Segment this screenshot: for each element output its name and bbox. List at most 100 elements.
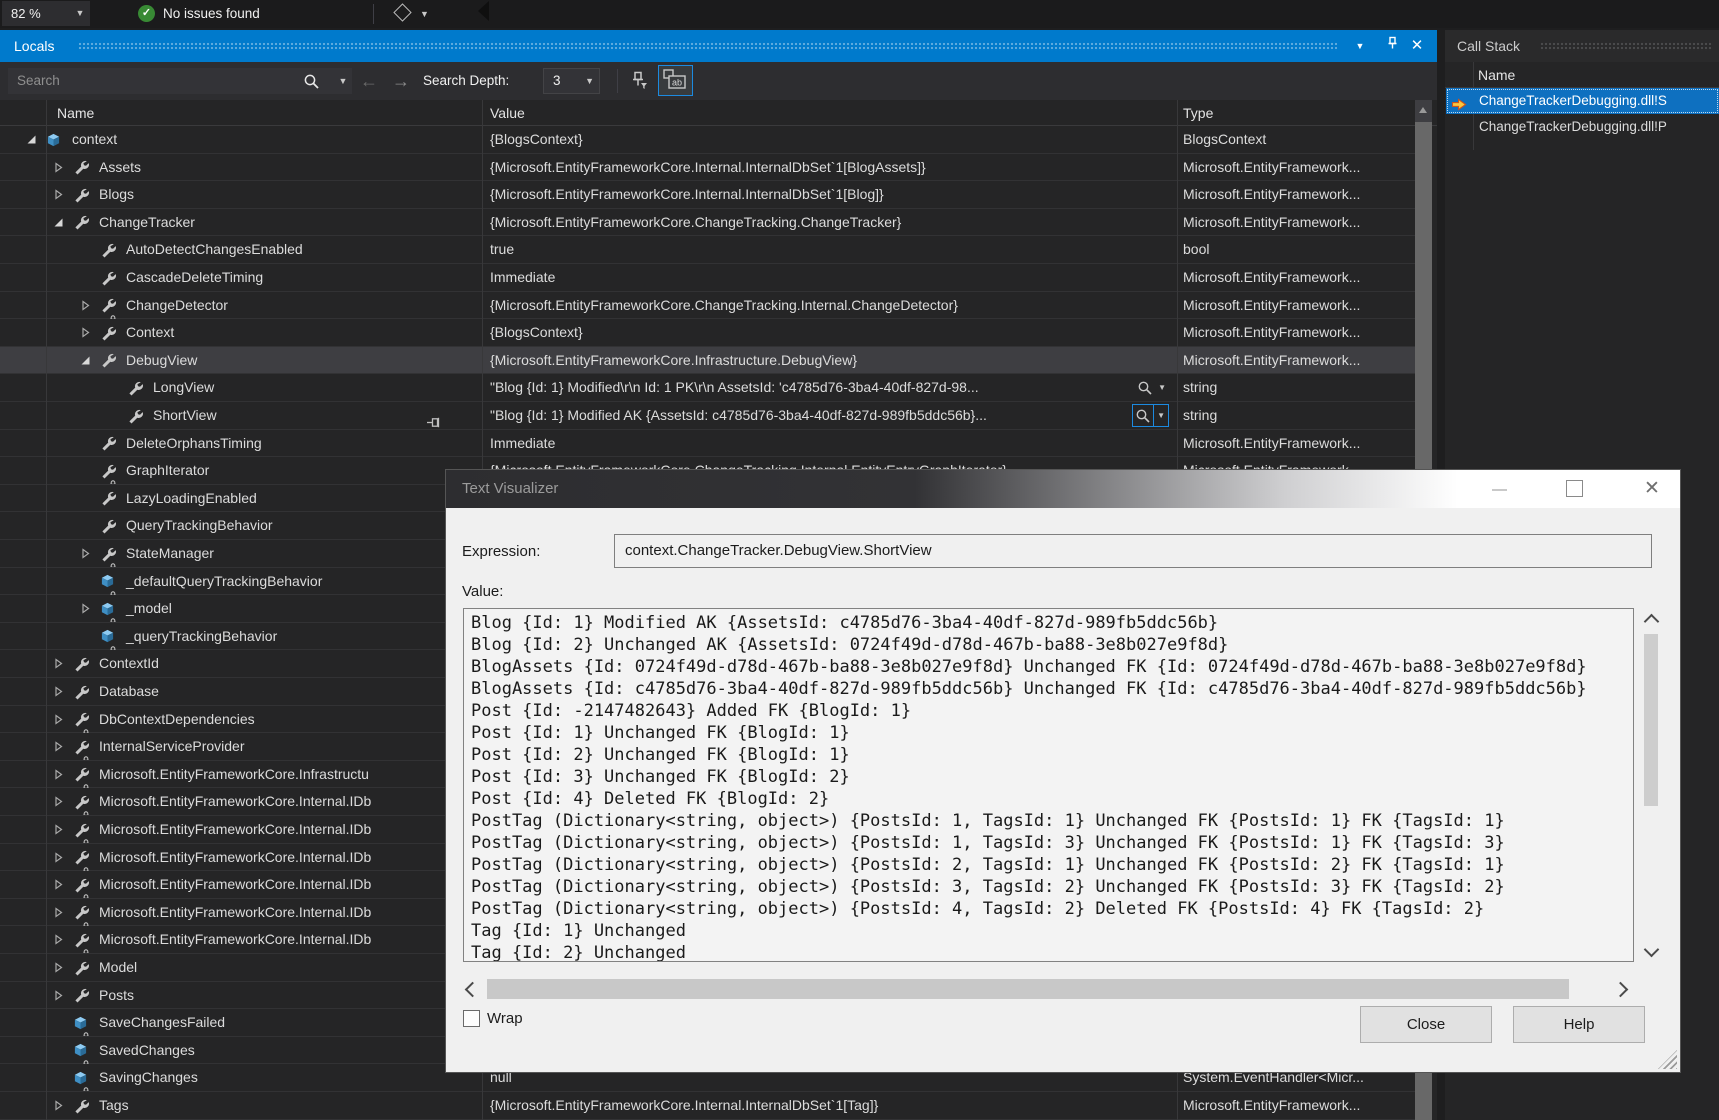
search-forward-arrow-icon[interactable]: →	[392, 62, 410, 100]
search-depth-combo[interactable]: 3 ▼	[543, 68, 600, 94]
search-icon[interactable]	[303, 73, 320, 95]
close-button[interactable]: Close	[1360, 1006, 1492, 1043]
call-stack-frame[interactable]: ChangeTrackerDebugging.dll!S	[1446, 88, 1719, 114]
pin-properties-icon[interactable]	[627, 70, 649, 97]
column-header-type[interactable]: Type	[1183, 100, 1213, 126]
wrap-checkbox[interactable]	[463, 1010, 480, 1027]
visualizer-vertical-scrollbar[interactable]	[1642, 608, 1660, 962]
visualizer-chevron-icon[interactable]: ▼	[1155, 377, 1169, 398]
expander-expanded-icon[interactable]	[53, 209, 66, 236]
expander-collapsed-icon[interactable]	[53, 181, 66, 208]
dialog-titlebar[interactable]: Text Visualizer ✕	[446, 470, 1680, 508]
close-icon[interactable]: ✕	[1638, 470, 1666, 508]
editor-zoom-combo[interactable]: 82 % ▼	[2, 1, 90, 26]
variable-value-cell: {Microsoft.EntityFrameworkCore.Internal.…	[490, 154, 1177, 181]
expander-collapsed-icon[interactable]	[53, 706, 66, 733]
scroll-down-chevron-icon[interactable]	[1644, 942, 1660, 958]
expander-collapsed-icon[interactable]	[53, 954, 66, 981]
locals-row[interactable]: CascadeDeleteTimingImmediateMicrosoft.En…	[0, 264, 1415, 292]
pin-to-source-icon[interactable]	[426, 410, 443, 429]
visualizer-chevron-icon[interactable]: ▼	[1154, 404, 1169, 427]
variable-name: Model	[99, 954, 137, 981]
variable-name: LongView	[153, 374, 214, 401]
value-textarea[interactable]: Blog {Id: 1} Modified AK {AssetsId: c478…	[463, 608, 1634, 962]
magnifier-visualizer-icon[interactable]	[1132, 404, 1154, 427]
scrollbar-thumb[interactable]	[1644, 634, 1658, 806]
scroll-up-chevron-icon[interactable]	[1644, 614, 1660, 630]
lock-icon	[82, 1051, 90, 1064]
tag-tool-icon[interactable]	[393, 3, 411, 21]
variable-name-cell: ChangeDetector	[0, 292, 482, 319]
expander-collapsed-icon[interactable]	[53, 733, 66, 760]
expander-collapsed-icon[interactable]	[80, 540, 93, 567]
resize-grip[interactable]	[1658, 1050, 1677, 1069]
chevron-down-icon[interactable]: ▼	[420, 0, 429, 28]
locals-row[interactable]: LongView"Blog {Id: 1} Modified\r\n Id: 1…	[0, 374, 1415, 402]
minimize-icon[interactable]	[1492, 489, 1507, 491]
locals-row[interactable]: Context{BlogsContext}Microsoft.EntityFra…	[0, 319, 1415, 347]
variable-value-cell: {Microsoft.EntityFrameworkCore.Infrastru…	[490, 347, 1177, 374]
chevron-down-icon[interactable]: ▼	[585, 69, 594, 93]
expander-collapsed-icon[interactable]	[80, 319, 93, 346]
locals-row[interactable]: AutoDetectChangesEnabledtruebool	[0, 236, 1415, 264]
variable-name-cell: InternalServiceProvider	[0, 733, 482, 760]
scroll-right-chevron-icon[interactable]	[1613, 982, 1629, 998]
expander-collapsed-icon[interactable]	[53, 678, 66, 705]
visualizer-horizontal-scrollbar[interactable]	[463, 978, 1634, 1000]
locals-row[interactable]: DebugView{Microsoft.EntityFrameworkCore.…	[0, 347, 1415, 375]
expander-collapsed-icon[interactable]	[53, 154, 66, 181]
locals-row[interactable]: Tags{Microsoft.EntityFrameworkCore.Inter…	[0, 1092, 1415, 1120]
expander-collapsed-icon[interactable]	[80, 292, 93, 319]
search-input[interactable]: Search ▼	[8, 68, 352, 94]
locals-row[interactable]: Assets{Microsoft.EntityFrameworkCore.Int…	[0, 154, 1415, 182]
chevron-down-icon[interactable]: ▼	[70, 1, 90, 26]
variable-name: DeleteOrphansTiming	[126, 430, 262, 457]
call-stack-titlebar[interactable]: Call Stack	[1445, 30, 1719, 62]
column-header-value[interactable]: Value	[490, 100, 525, 126]
property-icon	[73, 650, 90, 677]
pin-icon[interactable]	[1380, 30, 1404, 62]
expression-field[interactable]: context.ChangeTracker.DebugView.ShortVie…	[614, 534, 1652, 568]
window-position-chevron-icon[interactable]: ▼	[1348, 30, 1372, 62]
scroll-up-arrow-icon[interactable]	[1419, 107, 1427, 113]
expander-expanded-icon[interactable]	[80, 347, 93, 374]
variable-name-cell: context	[0, 126, 482, 153]
expander-collapsed-icon[interactable]	[53, 982, 66, 1009]
scroll-left-chevron-icon[interactable]	[465, 982, 481, 998]
locals-row[interactable]: ChangeTracker{Microsoft.EntityFrameworkC…	[0, 209, 1415, 237]
variable-name: ContextId	[99, 650, 159, 677]
locals-row[interactable]: ChangeDetector{Microsoft.EntityFramework…	[0, 292, 1415, 320]
format-as-table-button[interactable]: ab	[658, 65, 693, 96]
expander-collapsed-icon[interactable]	[53, 1092, 66, 1119]
variable-name: QueryTrackingBehavior	[126, 512, 273, 539]
expander-collapsed-icon[interactable]	[53, 788, 66, 815]
search-back-arrow-icon[interactable]: ←	[360, 62, 378, 100]
expander-collapsed-icon[interactable]	[53, 871, 66, 898]
call-stack-frame[interactable]: ChangeTrackerDebugging.dll!P	[1446, 114, 1719, 140]
column-header-name[interactable]: Name	[1478, 62, 1515, 88]
variable-name: SavedChanges	[99, 1037, 195, 1064]
expander-collapsed-icon[interactable]	[53, 761, 66, 788]
column-header-name[interactable]: Name	[57, 100, 94, 126]
property-icon	[127, 402, 144, 429]
locals-panel-titlebar[interactable]: Locals ▼ ✕	[0, 30, 1437, 62]
close-icon[interactable]: ✕	[1404, 30, 1430, 62]
help-button[interactable]: Help	[1513, 1006, 1645, 1043]
property-icon	[73, 209, 90, 236]
expander-collapsed-icon[interactable]	[53, 650, 66, 677]
scrollbar-thumb[interactable]	[487, 979, 1569, 999]
expander-expanded-icon[interactable]	[26, 126, 39, 153]
locals-row[interactable]: DeleteOrphansTimingImmediateMicrosoft.En…	[0, 430, 1415, 458]
expander-collapsed-icon[interactable]	[80, 595, 93, 622]
search-options-chevron-icon[interactable]: ▼	[334, 68, 352, 94]
expander-collapsed-icon[interactable]	[53, 816, 66, 843]
maximize-icon[interactable]	[1566, 480, 1583, 497]
locals-row[interactable]: ShortView"Blog {Id: 1} Modified AK {Asse…	[0, 402, 1415, 430]
variable-name: _queryTrackingBehavior	[126, 623, 277, 650]
expander-collapsed-icon[interactable]	[53, 899, 66, 926]
locals-row[interactable]: Blogs{Microsoft.EntityFrameworkCore.Inte…	[0, 181, 1415, 209]
magnifier-visualizer-icon[interactable]	[1135, 377, 1155, 398]
expander-collapsed-icon[interactable]	[53, 844, 66, 871]
expander-collapsed-icon[interactable]	[53, 926, 66, 953]
locals-row[interactable]: context{BlogsContext}BlogsContext	[0, 126, 1415, 154]
